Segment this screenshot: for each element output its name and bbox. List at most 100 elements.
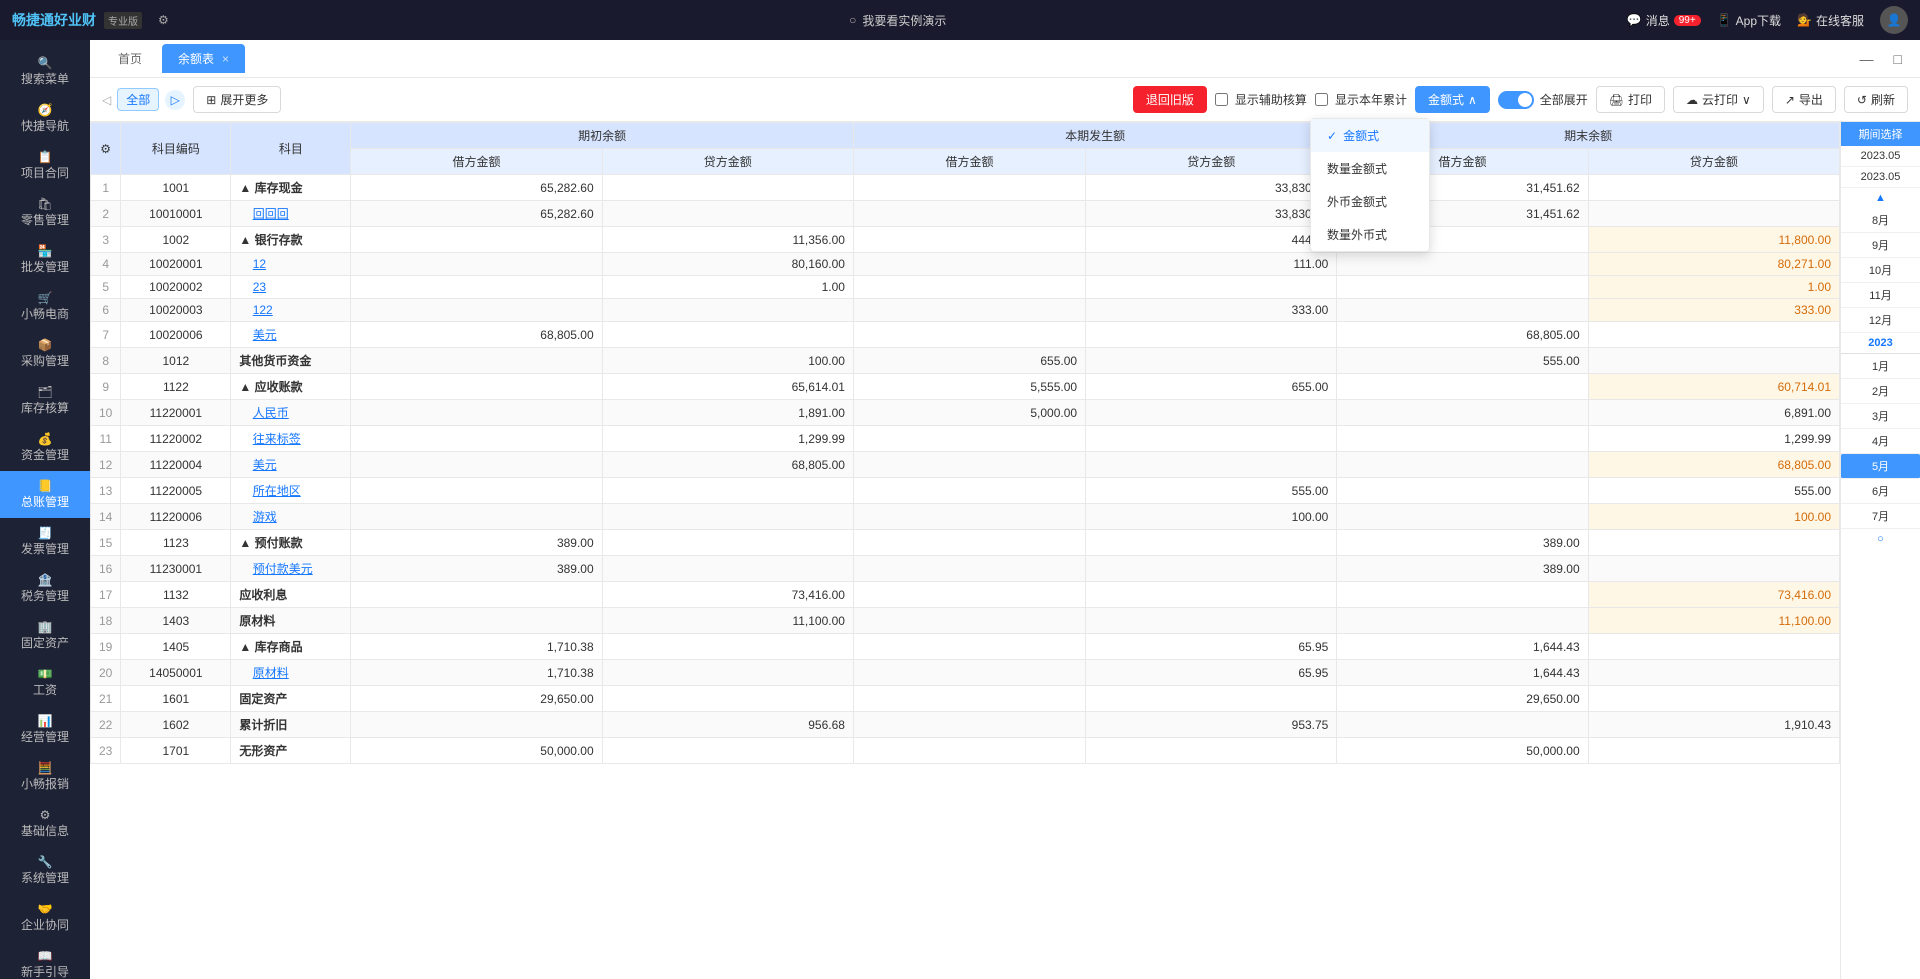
table-row[interactable]: 3 1002 ▲ 银行存款 11,356.00 444.00 11,800.00 xyxy=(91,227,1840,253)
account-name[interactable]: 往来标签 xyxy=(231,426,351,452)
sidebar-item-guide[interactable]: 📖 新手引导 xyxy=(0,941,90,979)
account-name[interactable]: 12 xyxy=(231,253,351,276)
table-row[interactable]: 8 1012 其他货币资金 100.00 655.00 555.00 xyxy=(91,348,1840,374)
table-row[interactable]: 21 1601 固定资产 29,650.00 29,650.00 xyxy=(91,686,1840,712)
sidebar-item-finance[interactable]: 💰 资金管理 xyxy=(0,424,90,471)
table-row[interactable]: 13 11220005 所在地区 555.00 555.00 xyxy=(91,478,1840,504)
table-row[interactable]: 10 11220001 人民币 1,891.00 5,000.00 6,891.… xyxy=(91,400,1840,426)
minimize-btn[interactable]: — xyxy=(1854,49,1880,69)
sidebar-item-retail[interactable]: 🛍 零售管理 xyxy=(0,189,90,236)
period-year-2023[interactable]: 2023 xyxy=(1841,333,1920,354)
app-download-btn[interactable]: 📱 App下载 xyxy=(1717,12,1781,29)
sidebar-item-invoice[interactable]: 🧾 发票管理 xyxy=(0,518,90,565)
sidebar-item-ecommerce[interactable]: 🛒 小畅电商 xyxy=(0,283,90,330)
settings-gear-icon[interactable]: ⚙ xyxy=(100,142,111,156)
sidebar-item-search[interactable]: 🔍 搜索菜单 xyxy=(0,48,90,95)
message-btn[interactable]: 💬 消息 99+ xyxy=(1627,12,1701,29)
print-btn[interactable]: 🖨 打印 xyxy=(1596,86,1665,113)
tab-close-icon[interactable]: × xyxy=(222,52,229,66)
refresh-btn[interactable]: ↺ 刷新 xyxy=(1844,86,1908,113)
period-10[interactable]: 10月 xyxy=(1841,258,1920,283)
period-4[interactable]: 4月 xyxy=(1841,429,1920,454)
sidebar-item-sysadmin[interactable]: 🔧 系统管理 xyxy=(0,847,90,894)
dropdown-item-qty-amount[interactable]: 数量金额式 xyxy=(1311,152,1429,185)
account-name[interactable]: 122 xyxy=(231,299,351,322)
sidebar-item-project[interactable]: 📋 项目合同 xyxy=(0,142,90,189)
th-settings[interactable]: ⚙ xyxy=(91,123,121,175)
table-row[interactable]: 16 11230001 预付款美元 389.00 389.00 xyxy=(91,556,1840,582)
period-8[interactable]: 8月 xyxy=(1841,208,1920,233)
table-row[interactable]: 20 14050001 原材料 1,710.38 65.95 1,644.43 xyxy=(91,660,1840,686)
account-name[interactable]: 23 xyxy=(231,276,351,299)
account-name[interactable]: 人民币 xyxy=(231,400,351,426)
table-row[interactable]: 6 10020003 122 333.00 333.00 xyxy=(91,299,1840,322)
period-3[interactable]: 3月 xyxy=(1841,404,1920,429)
sidebar-item-wholesale[interactable]: 🏪 批发管理 xyxy=(0,236,90,283)
tab-home[interactable]: 首页 xyxy=(102,44,158,73)
table-row[interactable]: 7 10020006 美元 68,805.00 68,805.00 xyxy=(91,322,1840,348)
show-auxiliary-check[interactable]: 显示辅助核算 xyxy=(1215,91,1307,108)
sidebar-item-collab[interactable]: 🤝 企业协同 xyxy=(0,894,90,941)
period-2023-item1[interactable]: 2023.05 xyxy=(1841,146,1920,167)
account-name[interactable]: 美元 xyxy=(231,322,351,348)
period-12[interactable]: 12月 xyxy=(1841,308,1920,333)
period-2023-item2[interactable]: 2023.05 xyxy=(1841,167,1920,188)
account-name[interactable]: 美元 xyxy=(231,452,351,478)
amount-mode-btn[interactable]: 金额式 ∧ xyxy=(1415,86,1490,113)
filter-tag[interactable]: 全部 xyxy=(117,88,159,111)
table-row[interactable]: 12 11220004 美元 68,805.00 68,805.00 xyxy=(91,452,1840,478)
settings-icon[interactable]: ⚙ xyxy=(158,13,169,27)
table-row[interactable]: 17 1132 应收利息 73,416.00 73,416.00 xyxy=(91,582,1840,608)
cloud-print-btn[interactable]: ☁ 云打印 ∨ xyxy=(1673,86,1764,113)
back-old-btn[interactable]: 退回旧版 xyxy=(1133,86,1207,113)
tab-balance[interactable]: 余额表 × xyxy=(162,44,245,73)
account-name[interactable]: 游戏 xyxy=(231,504,351,530)
table-row[interactable]: 19 1405 ▲ 库存商品 1,710.38 65.95 1,644.43 xyxy=(91,634,1840,660)
period-9[interactable]: 9月 xyxy=(1841,233,1920,258)
show-ytd-check[interactable]: 显示本年累计 xyxy=(1315,91,1407,108)
online-service-btn[interactable]: 💁 在线客服 xyxy=(1797,12,1864,29)
period-1[interactable]: 1月 xyxy=(1841,354,1920,379)
user-avatar[interactable]: 👤 xyxy=(1880,6,1908,34)
table-row[interactable]: 4 10020001 12 80,160.00 111.00 80,271.00 xyxy=(91,253,1840,276)
table-row[interactable]: 9 1122 ▲ 应收账款 65,614.01 5,555.00 655.00 … xyxy=(91,374,1840,400)
table-row[interactable]: 22 1602 累计折旧 956.68 953.75 1,910.43 xyxy=(91,712,1840,738)
period-2[interactable]: 2月 xyxy=(1841,379,1920,404)
export-btn[interactable]: ↗ 导出 xyxy=(1772,86,1836,113)
period-collapse[interactable]: ○ xyxy=(1841,529,1920,549)
table-row[interactable]: 23 1701 无形资产 50,000.00 50,000.00 xyxy=(91,738,1840,764)
table-row[interactable]: 14 11220006 游戏 100.00 100.00 xyxy=(91,504,1840,530)
period-expand-up[interactable]: ▲ xyxy=(1841,188,1920,208)
sidebar-item-quicknav[interactable]: 🧭 快捷导航 xyxy=(0,95,90,142)
sidebar-item-salary[interactable]: 💵 工资 xyxy=(0,659,90,706)
sidebar-item-assets[interactable]: 🏢 固定资产 xyxy=(0,612,90,659)
table-row[interactable]: 1 1001 ▲ 库存现金 65,282.60 33,830.98 31,451… xyxy=(91,175,1840,201)
account-name[interactable]: 预付款美元 xyxy=(231,556,351,582)
account-name[interactable]: 原材料 xyxy=(231,660,351,686)
table-row[interactable]: 5 10020002 23 1.00 1.00 xyxy=(91,276,1840,299)
period-11[interactable]: 11月 xyxy=(1841,283,1920,308)
account-name[interactable]: 所在地区 xyxy=(231,478,351,504)
account-name[interactable]: 回回回 xyxy=(231,201,351,227)
period-5[interactable]: 5月 xyxy=(1841,454,1920,479)
table-row[interactable]: 11 11220002 往来标签 1,299.99 1,299.99 xyxy=(91,426,1840,452)
dropdown-item-amount[interactable]: ✓ 金额式 xyxy=(1311,119,1429,152)
expand-more-btn[interactable]: ⊞ 展开更多 xyxy=(193,86,281,113)
sidebar-item-ledger[interactable]: 📒 总账管理 xyxy=(0,471,90,518)
dropdown-item-qty-foreign[interactable]: 数量外币式 xyxy=(1311,218,1429,251)
period-7[interactable]: 7月 xyxy=(1841,504,1920,529)
sidebar-item-expense[interactable]: 🧮 小畅报销 xyxy=(0,753,90,800)
dropdown-item-foreign-amount[interactable]: 外币金额式 xyxy=(1311,185,1429,218)
sidebar-item-tax[interactable]: 🏦 税务管理 xyxy=(0,565,90,612)
sidebar-item-management[interactable]: 📊 经营管理 xyxy=(0,706,90,753)
table-row[interactable]: 2 10010001 回回回 65,282.60 33,830.98 31,45… xyxy=(91,201,1840,227)
period-6[interactable]: 6月 xyxy=(1841,479,1920,504)
demo-label[interactable]: 我要看实例演示 xyxy=(862,12,946,29)
ytd-checkbox[interactable] xyxy=(1315,93,1328,106)
sidebar-item-purchase[interactable]: 📦 采购管理 xyxy=(0,330,90,377)
sidebar-item-inventory[interactable]: 🗂 库存核算 xyxy=(0,377,90,424)
expand-toggle[interactable] xyxy=(1498,91,1534,109)
maximize-btn[interactable]: □ xyxy=(1888,49,1908,69)
sidebar-item-basic[interactable]: ⚙ 基础信息 xyxy=(0,800,90,847)
table-row[interactable]: 15 1123 ▲ 预付账款 389.00 389.00 xyxy=(91,530,1840,556)
